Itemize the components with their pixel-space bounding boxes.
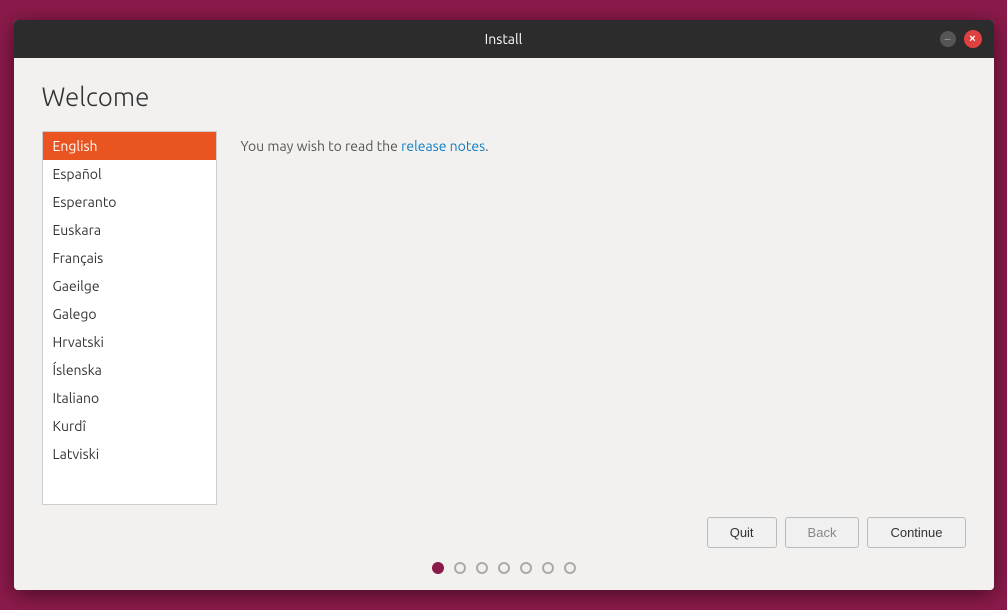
progress-dot-4	[498, 562, 510, 574]
close-icon: ×	[969, 33, 975, 45]
language-item-galego[interactable]: Galego	[43, 300, 216, 328]
minimize-icon: –	[945, 34, 951, 45]
language-item-italiano[interactable]: Italiano	[43, 384, 216, 412]
titlebar: Install – ×	[14, 20, 994, 58]
progress-dot-5	[520, 562, 532, 574]
continue-button[interactable]: Continue	[867, 517, 965, 548]
content-area: EnglishEspañolEsperantoEuskaraFrançaisGa…	[42, 131, 966, 505]
progress-dot-6	[542, 562, 554, 574]
progress-dot-3	[476, 562, 488, 574]
language-item-english[interactable]: English	[43, 132, 216, 160]
language-item-íslenska[interactable]: Íslenska	[43, 356, 216, 384]
language-item-esperanto[interactable]: Esperanto	[43, 188, 216, 216]
info-text-prefix: You may wish to read the	[241, 138, 402, 154]
info-text: You may wish to read the release notes.	[241, 135, 966, 157]
close-button[interactable]: ×	[964, 30, 982, 48]
language-item-gaeilge[interactable]: Gaeilge	[43, 272, 216, 300]
window-body: Welcome EnglishEspañolEsperantoEuskaraFr…	[14, 58, 994, 590]
progress-dot-2	[454, 562, 466, 574]
page-title: Welcome	[42, 82, 966, 111]
progress-dot-7	[564, 562, 576, 574]
window-title: Install	[485, 31, 523, 47]
install-window: Install – × Welcome EnglishEspañolEspera…	[14, 20, 994, 590]
progress-dots	[42, 562, 966, 574]
language-item-español[interactable]: Español	[43, 160, 216, 188]
button-row: Quit Back Continue	[42, 517, 966, 548]
minimize-button[interactable]: –	[940, 31, 956, 47]
info-text-suffix: .	[485, 138, 488, 154]
language-item-hrvatski[interactable]: Hrvatski	[43, 328, 216, 356]
language-item-kurdî[interactable]: Kurdî	[43, 412, 216, 440]
language-item-latviski[interactable]: Latviski	[43, 440, 216, 468]
language-item-français[interactable]: Français	[43, 244, 216, 272]
titlebar-controls: – ×	[940, 30, 982, 48]
right-panel: You may wish to read the release notes.	[241, 131, 966, 505]
release-notes-link[interactable]: release notes	[401, 138, 485, 154]
quit-button[interactable]: Quit	[707, 517, 777, 548]
progress-dot-1	[432, 562, 444, 574]
language-item-euskara[interactable]: Euskara	[43, 216, 216, 244]
back-button[interactable]: Back	[785, 517, 860, 548]
language-list[interactable]: EnglishEspañolEsperantoEuskaraFrançaisGa…	[42, 131, 217, 505]
bottom-area: Quit Back Continue	[42, 517, 966, 574]
